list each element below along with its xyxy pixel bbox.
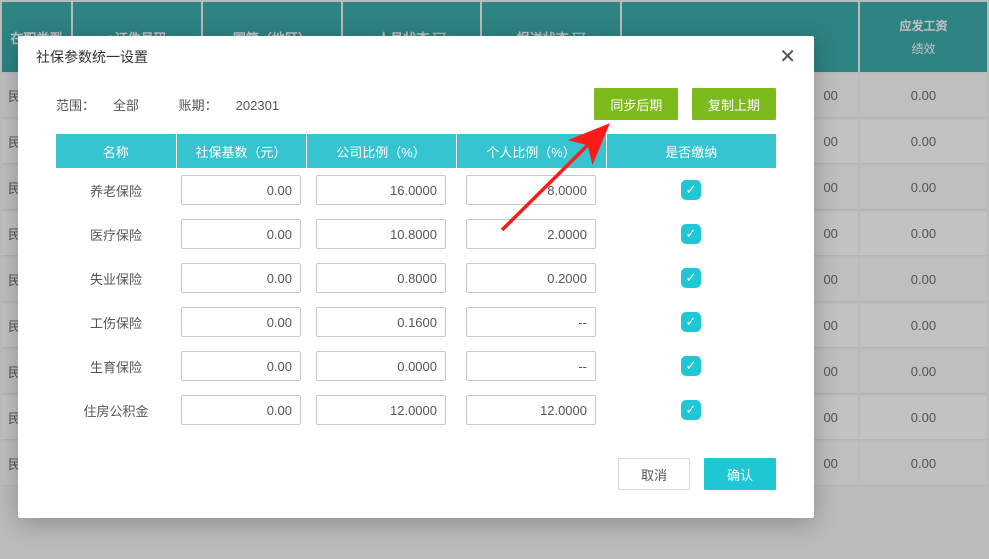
base-input[interactable] [181,351,301,381]
table-row: 医疗保险 ✓ [56,212,776,256]
table-row: 生育保险 ✓ [56,344,776,388]
base-input[interactable] [181,395,301,425]
period-label: 账期： [179,98,218,113]
enabled-checkbox[interactable]: ✓ [681,268,701,288]
modal-topbar: 范围： 全部 账期： 202301 同步后期 复制上期 [56,88,776,120]
table-row: 住房公积金 ✓ [56,388,776,432]
base-input[interactable] [181,307,301,337]
company-ratio-input[interactable] [316,263,446,293]
base-input[interactable] [181,219,301,249]
table-row: 工伤保险 ✓ [56,300,776,344]
row-name: 养老保险 [56,168,176,212]
close-icon[interactable]: ✕ [779,47,796,67]
table-row: 失业保险 ✓ [56,256,776,300]
modal-title: 社保参数统一设置 [36,47,148,67]
company-ratio-input[interactable] [316,351,446,381]
enabled-checkbox[interactable]: ✓ [681,400,701,420]
copy-previous-button[interactable]: 复制上期 [692,88,776,120]
company-ratio-input[interactable] [316,175,446,205]
table-row: 养老保险 ✓ [56,168,776,212]
personal-ratio-input[interactable] [466,307,596,337]
confirm-button[interactable]: 确认 [704,458,776,490]
row-name: 工伤保险 [56,300,176,344]
row-name: 医疗保险 [56,212,176,256]
company-ratio-input[interactable] [316,307,446,337]
enabled-checkbox[interactable]: ✓ [681,312,701,332]
company-ratio-input[interactable] [316,395,446,425]
social-security-table: 名称 社保基数（元） 公司比例（%） 个人比例（%） 是否缴纳 养老保险✓医疗保… [56,134,776,432]
scope-value: 全部 [113,98,139,113]
scope-label: 范围： [56,98,95,113]
th-enabled: 是否缴纳 [606,134,776,168]
th-base: 社保基数（元） [176,134,306,168]
row-name: 失业保险 [56,256,176,300]
social-security-settings-modal: 社保参数统一设置 ✕ 范围：全部 账期：202301 同步后期 复制上期 名称 … [18,36,814,518]
base-input[interactable] [181,263,301,293]
company-ratio-input[interactable] [316,219,446,249]
row-name: 生育保险 [56,344,176,388]
th-name: 名称 [56,134,176,168]
row-name: 住房公积金 [56,388,176,432]
modal-footer: 取消 确认 [56,458,776,490]
cancel-button[interactable]: 取消 [618,458,690,490]
th-personal-ratio: 个人比例（%） [456,134,606,168]
period-value: 202301 [236,98,279,113]
enabled-checkbox[interactable]: ✓ [681,180,701,200]
enabled-checkbox[interactable]: ✓ [681,356,701,376]
personal-ratio-input[interactable] [466,263,596,293]
enabled-checkbox[interactable]: ✓ [681,224,701,244]
personal-ratio-input[interactable] [466,351,596,381]
personal-ratio-input[interactable] [466,219,596,249]
th-company-ratio: 公司比例（%） [306,134,456,168]
personal-ratio-input[interactable] [466,175,596,205]
personal-ratio-input[interactable] [466,395,596,425]
sync-later-button[interactable]: 同步后期 [594,88,678,120]
modal-header: 社保参数统一设置 ✕ [18,36,814,78]
base-input[interactable] [181,175,301,205]
